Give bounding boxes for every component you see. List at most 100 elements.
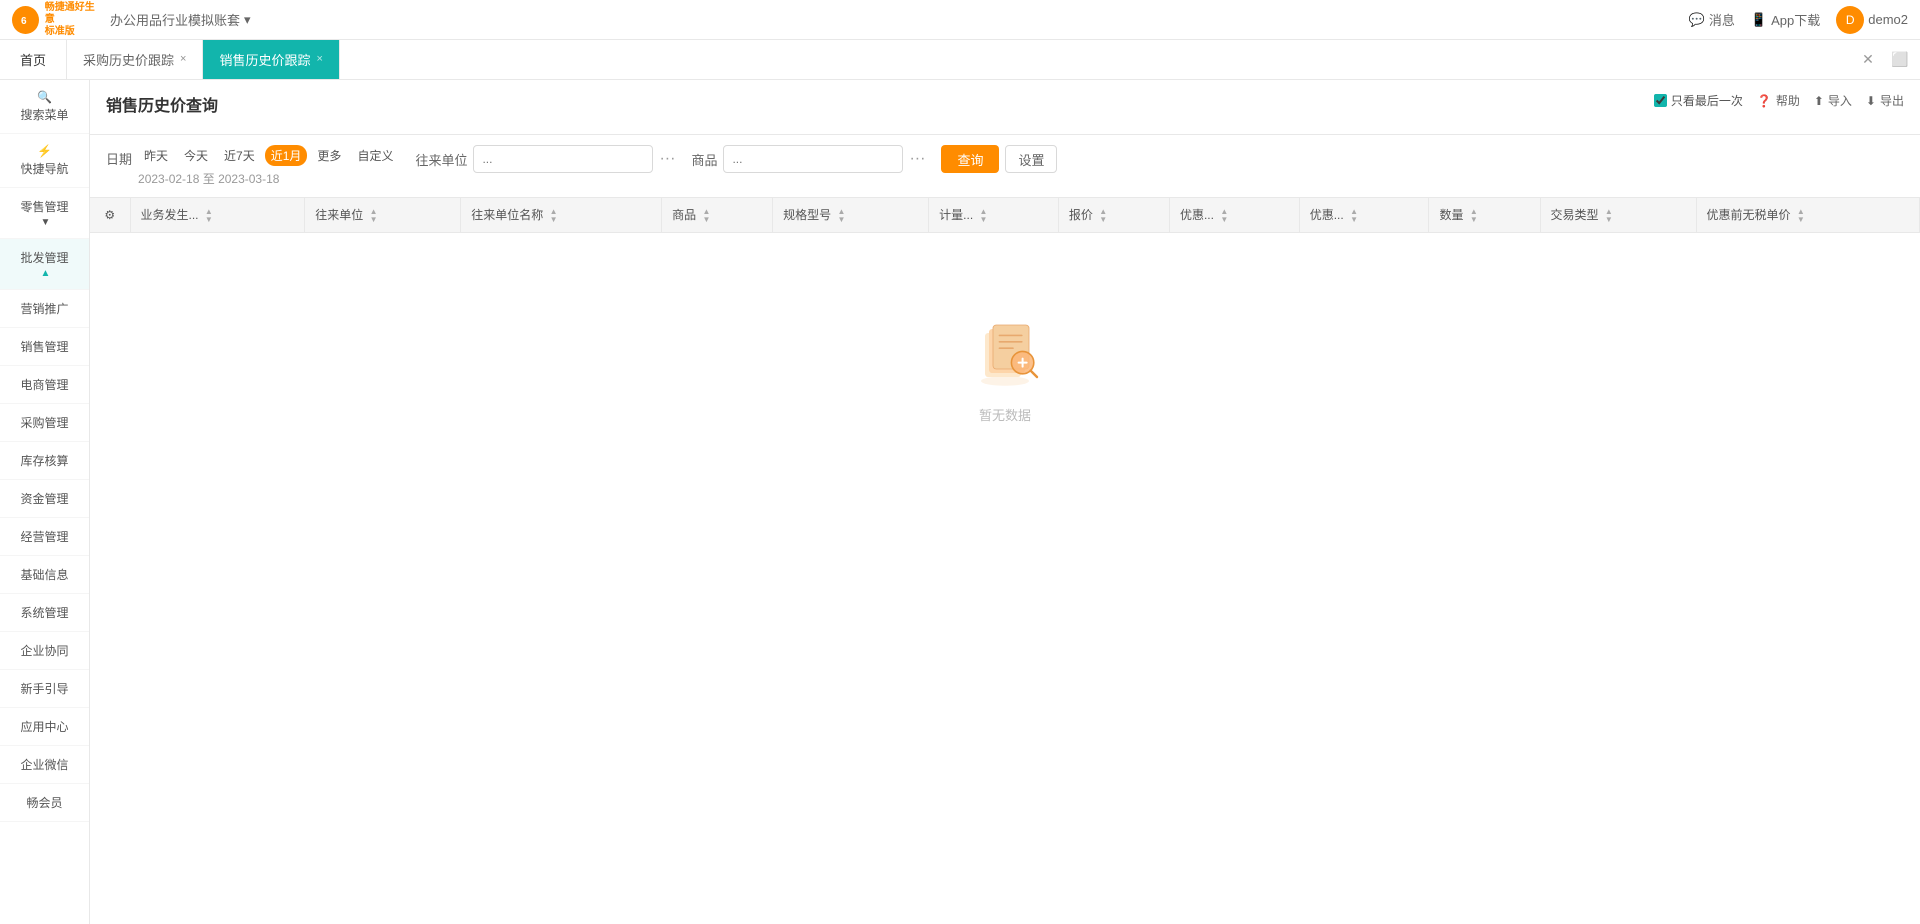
sidebar-item-inventory[interactable]: 库存核算: [0, 442, 89, 480]
th-gear[interactable]: ⚙: [90, 198, 130, 232]
settings-button[interactable]: 设置: [1005, 145, 1057, 173]
message-label: 消息: [1709, 10, 1735, 29]
only-last-checkbox-label[interactable]: 只看最后一次: [1654, 92, 1743, 109]
th-biz-date[interactable]: 业务发生... ▲▼: [130, 198, 305, 232]
th-spec[interactable]: 规格型号 ▲▼: [773, 198, 929, 232]
date-btn-1month[interactable]: 近1月: [265, 145, 308, 166]
goods-dots-icon[interactable]: ···: [909, 150, 925, 168]
th-pretax[interactable]: 优惠前无税单价 ▲▼: [1696, 198, 1920, 232]
sidebar-marketing-label: 营销推广: [20, 300, 68, 317]
app-download-label: App下载: [1771, 10, 1820, 29]
date-btn-yesterday[interactable]: 昨天: [138, 145, 174, 166]
export-btn[interactable]: ⬇ 导出: [1866, 92, 1904, 109]
th-disc2[interactable]: 优惠... ▲▼: [1299, 198, 1429, 232]
tab-sales[interactable]: 销售历史价跟踪 ×: [203, 40, 339, 79]
sidebar-item-system[interactable]: 系统管理: [0, 594, 89, 632]
source-filter-field: 往来单位 ···: [415, 145, 675, 173]
tab-sales-label: 销售历史价跟踪: [219, 50, 310, 69]
gear-icon: ⚙: [104, 208, 115, 222]
sidebar-item-search[interactable]: 🔍 搜索菜单: [0, 80, 89, 134]
sidebar-item-quick-nav[interactable]: ⚡ 快捷导航: [0, 134, 89, 188]
tab-purchase[interactable]: 采购历史价跟踪 ×: [67, 40, 203, 79]
sidebar-item-ecom[interactable]: 电商管理: [0, 366, 89, 404]
empty-state: 暂无数据: [90, 233, 1920, 504]
sort-arrows-partner-id: ▲▼: [370, 208, 378, 224]
tab-home[interactable]: 首页: [0, 40, 67, 79]
sidebar: 🔍 搜索菜单 ⚡ 快捷导航 零售管理 ▼ 批发管理 ▲ 营销推广 销售管理 电商…: [0, 80, 90, 924]
user-area[interactable]: D demo2: [1836, 6, 1908, 34]
import-btn[interactable]: ⬆ 导入: [1814, 92, 1852, 109]
breadcrumb-selector[interactable]: 办公用品行业模拟账套 ▾: [102, 6, 259, 33]
top-right: 💬 消息 📱 App下载 D demo2: [1689, 6, 1908, 34]
sidebar-item-operations[interactable]: 经营管理: [0, 518, 89, 556]
message-btn[interactable]: 💬 消息: [1689, 10, 1735, 29]
table-header: ⚙ 业务发生... ▲▼ 往来单位 ▲▼ 往来单位名称 ▲▼: [90, 198, 1920, 232]
export-label: 导出: [1880, 92, 1904, 109]
date-btn-7days[interactable]: 近7天: [218, 145, 261, 166]
page-header: 销售历史价查询 只看最后一次 ❓ 帮助 ⬆ 导入 ⬇ 导出: [90, 80, 1920, 135]
page-title: 销售历史价查询: [106, 92, 1904, 116]
goods-input[interactable]: [723, 145, 903, 173]
wholesale-arrow-icon: ▲: [41, 268, 51, 279]
sidebar-quick-nav-label: 快捷导航: [20, 160, 68, 177]
sidebar-coop-label: 企业协同: [20, 642, 68, 659]
logo-area: 6 畅捷通好生意 标准版: [12, 2, 102, 38]
sidebar-finance-label: 资金管理: [20, 490, 68, 507]
sidebar-ecom-label: 电商管理: [20, 376, 68, 393]
sidebar-inventory-label: 库存核算: [20, 452, 68, 469]
sidebar-item-purchase-mgmt[interactable]: 采购管理: [0, 404, 89, 442]
date-btn-custom[interactable]: 自定义: [351, 145, 399, 166]
logo-text: 畅捷通好生意 标准版: [45, 2, 102, 38]
filter-actions: 查询 设置: [941, 145, 1057, 173]
th-trade-type[interactable]: 交易类型 ▲▼: [1540, 198, 1696, 232]
sort-arrows-pretax: ▲▼: [1797, 208, 1805, 224]
query-button[interactable]: 查询: [941, 145, 999, 173]
sidebar-item-vip[interactable]: 畅会员: [0, 784, 89, 822]
sidebar-item-guide[interactable]: 新手引导: [0, 670, 89, 708]
th-disc1[interactable]: 优惠... ▲▼: [1169, 198, 1299, 232]
date-btn-more[interactable]: 更多: [311, 145, 347, 166]
sidebar-system-label: 系统管理: [20, 604, 68, 621]
app-download-btn[interactable]: 📱 App下载: [1751, 10, 1820, 29]
sort-arrows-biz-date: ▲▼: [205, 208, 213, 224]
quick-nav-icon: ⚡: [37, 144, 52, 158]
export-icon: ⬇: [1866, 94, 1876, 108]
sidebar-item-basic[interactable]: 基础信息: [0, 556, 89, 594]
tab-purchase-label: 采购历史价跟踪: [83, 50, 174, 69]
content-area: 销售历史价查询 只看最后一次 ❓ 帮助 ⬆ 导入 ⬇ 导出: [90, 80, 1920, 924]
sidebar-search-label: 搜索菜单: [20, 106, 68, 123]
sort-arrows-trade-type: ▲▼: [1605, 208, 1613, 224]
sort-arrows-disc1: ▲▼: [1220, 208, 1228, 224]
th-quote[interactable]: 报价 ▲▼: [1058, 198, 1169, 232]
date-btn-today[interactable]: 今天: [178, 145, 214, 166]
help-btn[interactable]: ❓ 帮助: [1757, 92, 1800, 109]
source-dots-icon[interactable]: ···: [659, 150, 675, 168]
th-partner-id[interactable]: 往来单位 ▲▼: [305, 198, 461, 232]
tab-close-btn[interactable]: ✕: [1856, 48, 1880, 72]
import-icon: ⬆: [1814, 94, 1824, 108]
source-input[interactable]: [473, 145, 653, 173]
tab-maximize-btn[interactable]: ⬜: [1888, 48, 1912, 72]
tab-bar: 首页 采购历史价跟踪 × 销售历史价跟踪 × ✕ ⬜: [0, 40, 1920, 80]
th-qty[interactable]: 数量 ▲▼: [1429, 198, 1540, 232]
sidebar-item-wholesale[interactable]: 批发管理 ▲: [0, 239, 89, 290]
sidebar-item-marketing[interactable]: 营销推广: [0, 290, 89, 328]
sidebar-item-appstore[interactable]: 应用中心: [0, 708, 89, 746]
th-unit[interactable]: 计量... ▲▼: [929, 198, 1059, 232]
sidebar-item-retail[interactable]: 零售管理 ▼: [0, 188, 89, 239]
sidebar-item-wechat[interactable]: 企业微信: [0, 746, 89, 784]
import-label: 导入: [1828, 92, 1852, 109]
sort-arrows-partner-name: ▲▼: [550, 208, 558, 224]
th-goods[interactable]: 商品 ▲▼: [662, 198, 773, 232]
sidebar-vip-label: 畅会员: [26, 794, 62, 811]
username: demo2: [1868, 12, 1908, 27]
tab-purchase-close[interactable]: ×: [180, 54, 186, 65]
sidebar-item-finance[interactable]: 资金管理: [0, 480, 89, 518]
tab-sales-close[interactable]: ×: [316, 54, 322, 65]
th-partner-name[interactable]: 往来单位名称 ▲▼: [461, 198, 662, 232]
sidebar-guide-label: 新手引导: [20, 680, 68, 697]
only-last-checkbox[interactable]: [1654, 94, 1667, 107]
sidebar-item-sales-mgmt[interactable]: 销售管理: [0, 328, 89, 366]
sidebar-item-coop[interactable]: 企业协同: [0, 632, 89, 670]
date-range-display: 2023-02-18 至 2023-03-18: [138, 170, 399, 187]
